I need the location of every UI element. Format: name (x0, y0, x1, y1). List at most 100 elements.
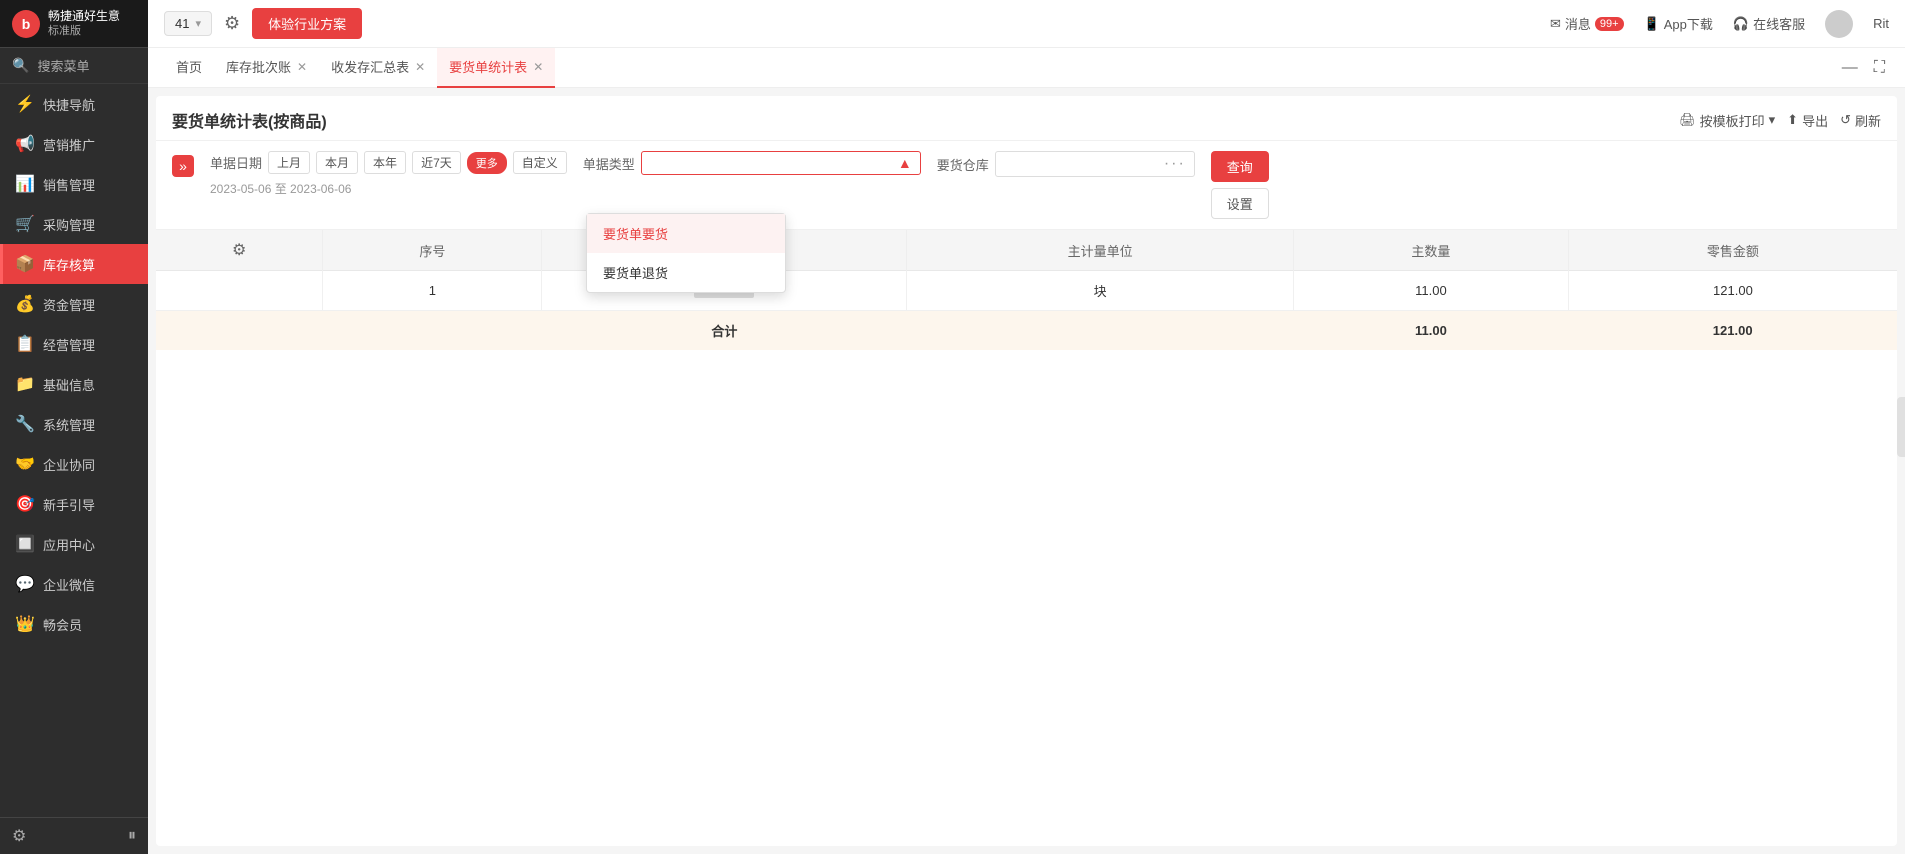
col-settings[interactable]: ⚙ (156, 230, 323, 271)
col-row-no: 序号 (323, 230, 542, 271)
footer-empty (156, 311, 542, 351)
filter-actions: 查询 设置 (1211, 151, 1269, 219)
table-container: ⚙ 序号 商品 主计量单位 主数量 零售金额 1 (156, 230, 1897, 846)
tab-close-receipt-summary[interactable]: ✕ (415, 60, 425, 74)
custom-date-btn[interactable]: 自定义 (513, 151, 567, 174)
headset-icon: 🎧 (1733, 16, 1749, 32)
date-filter-label: 单据日期 (210, 153, 262, 172)
expand-toggle-btn[interactable]: » (172, 155, 194, 177)
app-center-icon: 🔲 (15, 534, 35, 554)
date-btn-last-7days[interactable]: 近7天 (412, 151, 461, 174)
data-table: ⚙ 序号 商品 主计量单位 主数量 零售金额 1 (156, 230, 1897, 350)
search-icon: 🔍 (12, 57, 29, 74)
message-item[interactable]: ✉ 消息 99+ (1550, 14, 1624, 33)
collapse-icon[interactable]: ⏸ (128, 827, 136, 845)
table-header: ⚙ 序号 商品 主计量单位 主数量 零售金额 (156, 230, 1897, 271)
trial-btn[interactable]: 体验行业方案 (252, 8, 362, 39)
search-menu-item[interactable]: 🔍 搜索菜单 (0, 48, 148, 84)
export-icon: ⬆ (1787, 112, 1798, 128)
tab-requisition-stats[interactable]: 要货单统计表 ✕ (437, 48, 555, 88)
settings-btn[interactable]: 设置 (1211, 188, 1269, 219)
message-icon: ✉ (1550, 16, 1561, 32)
print-template-btn[interactable]: 🖨 按模板打印 ▾ (1679, 111, 1775, 130)
phone-icon: 📱 (1644, 16, 1660, 32)
row-quantity: 11.00 (1293, 271, 1568, 311)
sidebar-item-guide[interactable]: 🎯 新手引导 (0, 484, 148, 524)
right-scroll-handle[interactable] (1897, 397, 1905, 457)
footer-empty2 (907, 311, 1294, 351)
dropdown-item-requisition-order[interactable]: 要货单要货 (587, 214, 785, 253)
type-filter-input[interactable] (650, 156, 898, 171)
top-header-right: ✉ 消息 99+ 📱 App下载 🎧 在线客服 Rit (1550, 10, 1889, 38)
vip-icon: 👑 (15, 614, 35, 634)
sales-icon: 📊 (15, 174, 35, 194)
date-btn-this-year[interactable]: 本年 (364, 151, 406, 174)
col-quantity: 主数量 (1293, 230, 1568, 271)
sidebar-item-operations[interactable]: 📋 经营管理 (0, 324, 148, 364)
sidebar-item-marketing[interactable]: 📢 营销推广 (0, 124, 148, 164)
type-filter-select[interactable]: ▲ (641, 151, 921, 175)
refresh-btn[interactable]: ↺ 刷新 (1840, 111, 1881, 130)
more-options-icon[interactable]: ··· (1164, 155, 1186, 173)
table-footer: 合计 11.00 121.00 (156, 311, 1897, 351)
main-content: 41 ▾ ⚙ 体验行业方案 ✉ 消息 99+ 📱 App下载 🎧 在线客服 Ri… (148, 0, 1905, 854)
logo-text: 畅捷通好生意 标准版 (48, 9, 120, 39)
tab-maximize-btn[interactable]: ⛶ (1870, 55, 1889, 81)
chevron-up-icon: ▲ (898, 155, 912, 171)
tab-home[interactable]: 首页 (164, 48, 214, 88)
system-icon: 🔧 (15, 414, 35, 434)
sidebar-item-basic[interactable]: 📁 基础信息 (0, 364, 148, 404)
sidebar-item-system[interactable]: 🔧 系统管理 (0, 404, 148, 444)
sidebar-item-inventory[interactable]: 📦 库存核算 (0, 244, 148, 284)
row-no: 1 (323, 271, 542, 311)
tab-minimize-btn[interactable]: — (1838, 55, 1862, 81)
refresh-icon: ↺ (1840, 112, 1851, 128)
table-row[interactable]: 1 块 11.00 121.00 (156, 271, 1897, 311)
page-title: 要货单统计表(按商品) (172, 108, 327, 132)
sidebar-item-purchase[interactable]: 🛒 采购管理 (0, 204, 148, 244)
date-btn-more[interactable]: 更多 (467, 152, 507, 174)
warehouse-filter-group: 要货仓库 ··· (937, 151, 1195, 177)
user-avatar[interactable] (1825, 10, 1853, 38)
sidebar-item-app-center[interactable]: 🔲 应用中心 (0, 524, 148, 564)
print-icon: 🖨 (1679, 112, 1696, 128)
app-download-item[interactable]: 📱 App下载 (1644, 14, 1713, 33)
wechat-icon: 💬 (15, 574, 35, 594)
logo-icon: b (12, 10, 40, 38)
sidebar-item-wechat[interactable]: 💬 企业微信 (0, 564, 148, 604)
sidebar-logo: b 畅捷通好生意 标准版 (0, 0, 148, 48)
sidebar-item-quick-nav[interactable]: ⚡ 快捷导航 (0, 84, 148, 124)
marketing-icon: 📢 (15, 134, 35, 154)
sidebar: b 畅捷通好生意 标准版 🔍 搜索菜单 ⚡ 快捷导航 📢 营销推广 📊 销售管理… (0, 0, 148, 854)
sidebar-item-sales[interactable]: 📊 销售管理 (0, 164, 148, 204)
table-settings-icon[interactable]: ⚙ (232, 242, 246, 259)
top-header: 41 ▾ ⚙ 体验行业方案 ✉ 消息 99+ 📱 App下载 🎧 在线客服 Ri… (148, 0, 1905, 48)
dropdown-item-requisition-return[interactable]: 要货单退货 (587, 253, 785, 292)
tab-close-requisition-stats[interactable]: ✕ (533, 60, 543, 74)
col-unit: 主计量单位 (907, 230, 1294, 271)
tab-inventory-batch[interactable]: 库存批次账 ✕ (214, 48, 319, 88)
settings-icon[interactable]: ⚙ (12, 826, 26, 846)
export-btn[interactable]: ⬆ 导出 (1787, 111, 1828, 130)
sidebar-item-vip[interactable]: 👑 畅会员 (0, 604, 148, 644)
store-selector[interactable]: 41 ▾ (164, 11, 212, 36)
online-service-item[interactable]: 🎧 在线客服 (1733, 14, 1805, 33)
basic-icon: 📁 (15, 374, 35, 394)
date-btn-last-month[interactable]: 上月 (268, 151, 310, 174)
warehouse-filter-label: 要货仓库 (937, 155, 989, 174)
sidebar-item-finance[interactable]: 💰 资金管理 (0, 284, 148, 324)
sidebar-item-collab[interactable]: 🤝 企业协同 (0, 444, 148, 484)
page-inner: 要货单统计表(按商品) 🖨 按模板打印 ▾ ⬆ 导出 ↺ 刷新 (156, 96, 1897, 846)
header-settings-icon[interactable]: ⚙ (224, 13, 240, 34)
tab-receipt-summary[interactable]: 收发存汇总表 ✕ (319, 48, 437, 88)
date-btn-this-month[interactable]: 本月 (316, 151, 358, 174)
type-filter-label: 单据类型 (583, 154, 635, 173)
footer-label: 合计 (542, 311, 907, 351)
collab-icon: 🤝 (15, 454, 35, 474)
tab-close-inventory-batch[interactable]: ✕ (297, 60, 307, 74)
footer-amount: 121.00 (1568, 311, 1897, 351)
query-btn[interactable]: 查询 (1211, 151, 1269, 182)
filter-bar: » 单据日期 上月 本月 本年 近7天 更多 自定义 (156, 141, 1897, 230)
tabs-controls: — ⛶ (1838, 55, 1889, 81)
warehouse-filter-select[interactable]: ··· (995, 151, 1195, 177)
